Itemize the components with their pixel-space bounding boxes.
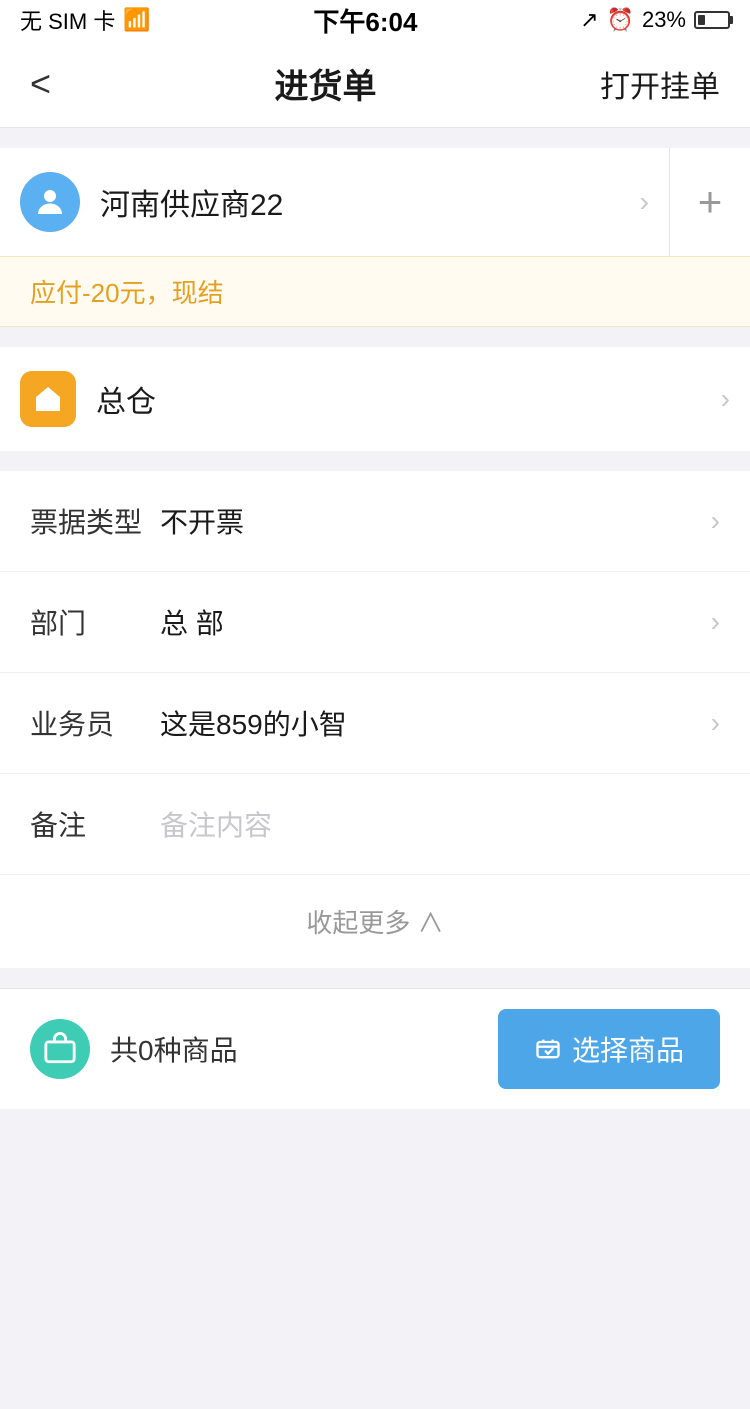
note-label: 备注 [30,804,150,844]
status-time: 下午6:04 [313,2,417,39]
warehouse-section[interactable]: 总仓 › [0,347,750,451]
salesperson-value: 这是859的小智 [150,703,711,743]
form-section: 票据类型 不开票 › 部门 总 部 › 业务员 这是859的小智 › 备注 备注… [0,471,750,874]
ticket-type-chevron-icon: › [711,505,720,537]
salesperson-label: 业务员 [30,703,150,743]
ticket-type-row[interactable]: 票据类型 不开票 › [0,471,750,572]
ticket-type-value: 不开票 [150,501,711,541]
status-right: ↗ ⏰ 23% [580,7,730,33]
supplier-section: 河南供应商22 › + [0,148,750,256]
dept-row[interactable]: 部门 总 部 › [0,572,750,673]
section-gap-1 [0,128,750,148]
back-button[interactable]: < [30,63,51,105]
dept-label: 部门 [30,602,150,642]
home-icon [32,383,64,415]
nav-bar: < 进货单 打开挂单 [0,40,750,128]
goods-icon [30,1019,90,1079]
battery-pct: 23% [642,7,686,33]
dept-value: 总 部 [150,602,711,642]
status-left: 无 SIM 卡 📶 [20,4,151,36]
supplier-chevron-icon: › [640,186,649,218]
note-row[interactable]: 备注 备注内容 [0,774,750,874]
page-title: 进货单 [275,59,377,108]
cart-icon [43,1032,77,1066]
page-rest [0,1109,750,1409]
collapse-toggle[interactable]: 收起更多 ∧ [0,874,750,968]
warehouse-icon [20,371,76,427]
warehouse-name: 总仓 [96,377,721,421]
user-icon [32,184,68,220]
select-goods-button[interactable]: 选择商品 [498,1009,720,1089]
info-banner: 应付-20元，现结 [0,256,750,327]
bottom-bar: 共0种商品 选择商品 [0,988,750,1109]
add-supplier-button[interactable]: + [670,148,750,256]
select-goods-icon [534,1035,562,1063]
warehouse-chevron-icon: › [721,383,730,415]
supplier-selector[interactable]: 河南供应商22 › [0,148,670,256]
battery-icon [694,11,730,29]
supplier-name: 河南供应商22 [100,180,630,224]
dept-chevron-icon: › [711,606,720,638]
supplier-avatar [20,172,80,232]
wifi-icon: 📶 [123,7,150,33]
salesperson-chevron-icon: › [711,707,720,739]
goods-count: 共0种商品 [110,1029,498,1069]
note-input[interactable]: 备注内容 [150,804,720,844]
salesperson-row[interactable]: 业务员 这是859的小智 › [0,673,750,774]
status-bar: 无 SIM 卡 📶 下午6:04 ↗ ⏰ 23% [0,0,750,40]
alarm-icon: ⏰ [607,7,634,33]
select-goods-label: 选择商品 [572,1029,684,1069]
carrier-label: 无 SIM 卡 [20,4,115,36]
ticket-type-label: 票据类型 [30,501,150,541]
location-icon: ↗ [580,7,598,33]
open-pending-button[interactable]: 打开挂单 [600,62,720,106]
